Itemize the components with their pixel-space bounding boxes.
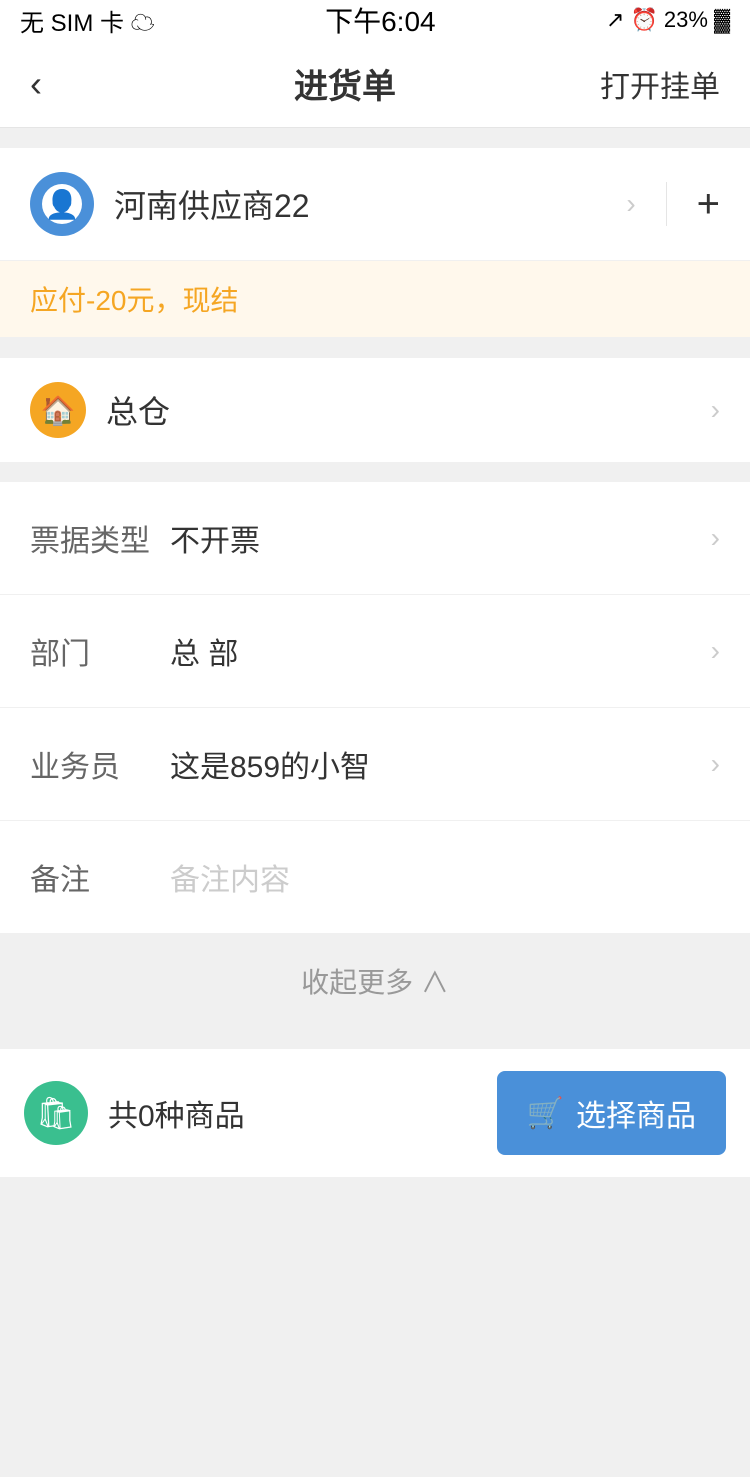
battery-icon: ▓ — [714, 7, 730, 33]
salesperson-row[interactable]: 业务员 这是859的小智 › — [0, 708, 750, 821]
alarm-icon: ⏰ — [630, 7, 657, 33]
salesperson-chevron-right-icon: › — [711, 748, 720, 780]
page-title: 进货单 — [294, 59, 396, 108]
person-icon: 👤 — [45, 188, 80, 221]
page-background — [0, 1177, 750, 1477]
bag-icon: 🛍 — [36, 1094, 77, 1132]
balance-notice: 应付-20元，现结 — [0, 261, 750, 337]
avatar-inner: 👤 — [42, 184, 82, 224]
supplier-avatar: 👤 — [30, 172, 94, 236]
collapse-text: 收起更多 ∧ — [301, 961, 449, 1001]
select-product-label: 选择商品 — [576, 1091, 696, 1135]
supplier-chevron-right-icon: › — [626, 188, 635, 220]
vertical-divider — [666, 182, 667, 226]
nav-bar: ‹ 进货单 打开挂单 — [0, 40, 750, 128]
invoice-type-label: 票据类型 — [30, 516, 170, 560]
collapse-row[interactable]: 收起更多 ∧ — [0, 933, 750, 1029]
back-button[interactable]: ‹ — [30, 63, 90, 105]
remark-row[interactable]: 备注 备注内容 — [0, 821, 750, 933]
status-bar: 无 SIM 卡 ☁ 下午6:04 ↗ ⏰ 23% ▓ — [0, 0, 750, 40]
product-count-icon: 🛍 — [24, 1081, 88, 1145]
warehouse-icon: 🏠 — [30, 382, 86, 438]
warehouse-name: 总仓 — [106, 387, 711, 433]
salesperson-value: 这是859的小智 — [170, 742, 711, 786]
supplier-row[interactable]: 👤 河南供应商22 › + — [0, 148, 750, 261]
status-time: 下午6:04 — [325, 0, 436, 40]
supplier-card: 👤 河南供应商22 › + 应付-20元，现结 — [0, 148, 750, 337]
department-chevron-right-icon: › — [711, 635, 720, 667]
warehouse-row[interactable]: 🏠 总仓 › — [0, 357, 750, 462]
invoice-type-value: 不开票 — [170, 516, 711, 560]
location-icon: ↗ — [606, 7, 624, 33]
status-right: ↗ ⏰ 23% ▓ — [606, 7, 730, 33]
battery-level: 23% — [664, 7, 708, 33]
section-gap-1 — [0, 128, 750, 148]
bottom-bar: 🛍 共0种商品 🛒 选择商品 — [0, 1049, 750, 1177]
remark-input[interactable]: 备注内容 — [170, 855, 720, 899]
department-row[interactable]: 部门 总 部 › — [0, 595, 750, 708]
status-left: 无 SIM 卡 ☁ — [20, 3, 155, 38]
warehouse-chevron-right-icon: › — [711, 394, 720, 426]
home-icon: 🏠 — [41, 394, 76, 427]
add-supplier-button[interactable]: + — [697, 182, 720, 227]
department-label: 部门 — [30, 629, 170, 673]
cart-icon: 🛒 — [527, 1096, 564, 1131]
open-pending-button[interactable]: 打开挂单 — [600, 62, 720, 106]
salesperson-label: 业务员 — [30, 742, 170, 786]
department-value: 总 部 — [170, 629, 711, 673]
supplier-name: 河南供应商22 — [114, 181, 626, 227]
select-product-button[interactable]: 🛒 选择商品 — [497, 1071, 726, 1155]
invoice-type-row[interactable]: 票据类型 不开票 › — [0, 482, 750, 595]
sim-status: 无 SIM 卡 ☁ — [20, 3, 155, 38]
form-section: 票据类型 不开票 › 部门 总 部 › 业务员 这是859的小智 › 备注 备注… — [0, 482, 750, 933]
invoice-type-chevron-right-icon: › — [711, 522, 720, 554]
remark-label: 备注 — [30, 855, 170, 899]
product-count-text: 共0种商品 — [108, 1091, 477, 1135]
